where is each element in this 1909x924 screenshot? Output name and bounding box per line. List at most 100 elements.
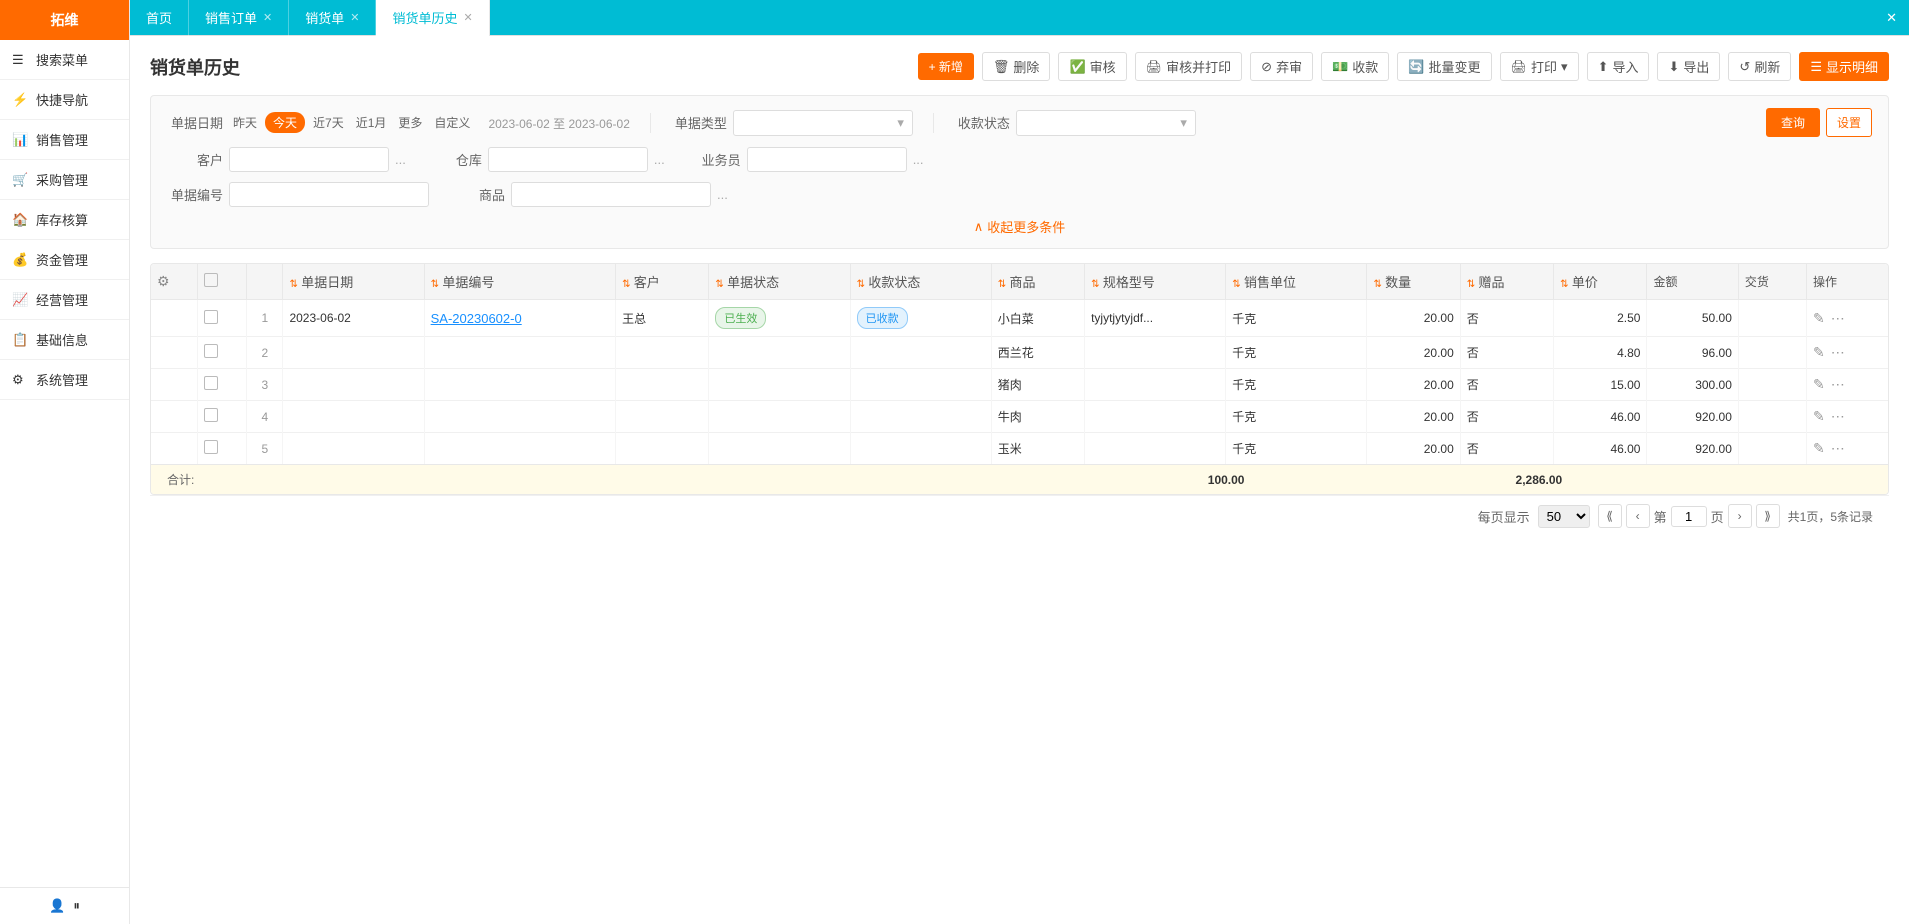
more-icon[interactable]: ⋯ [1831,376,1845,393]
sidebar-item-purchase-mgmt[interactable]: 🛒 采购管理 [0,160,129,200]
doc-no-input[interactable] [229,182,429,207]
sidebar-item-sales-mgmt[interactable]: 📊 销售管理 [0,120,129,160]
row-checkbox[interactable] [204,408,218,422]
abandon-button[interactable]: ⊘ 弃审 [1250,52,1313,81]
sidebar-item-search-menu[interactable]: ☰ 搜索菜单 [0,40,129,80]
col-action[interactable]: ✎⋯ [1806,433,1888,465]
date-btn-today[interactable]: 今天 [265,112,305,133]
col-header-doc-status[interactable]: ⇅ 单据状态 [709,264,850,300]
edit-icon[interactable]: ✎ [1813,310,1825,327]
more-icon[interactable]: ⋯ [1831,344,1845,361]
date-btn-yesterday[interactable]: 昨天 [229,112,261,133]
col-check[interactable] [197,401,247,433]
col-header-goods[interactable]: ⇅ 商品 [991,264,1084,300]
row-checkbox[interactable] [204,310,218,324]
col-action[interactable]: ✎⋯ [1806,369,1888,401]
tab-sales-order-close[interactable]: ✕ [263,11,272,24]
row-checkbox[interactable] [204,376,218,390]
col-header-date[interactable]: ⇅ 单据日期 [283,264,424,300]
row-checkbox[interactable] [204,344,218,358]
col-header-customer[interactable]: ⇅ 客户 [616,264,709,300]
sidebar-item-operations[interactable]: 📈 经营管理 [0,280,129,320]
date-btn-more[interactable]: 更多 [394,112,426,133]
col-header-amount[interactable]: 金额 [1647,264,1738,300]
sidebar-item-basic-info[interactable]: 📋 基础信息 [0,320,129,360]
col-action[interactable]: ✎⋯ [1806,337,1888,369]
edit-icon[interactable]: ✎ [1813,376,1825,393]
col-header-qty[interactable]: ⇅ 数量 [1367,264,1460,300]
col-check[interactable] [197,300,247,337]
collect-button[interactable]: 💵 收款 [1321,52,1389,81]
warehouse-dots[interactable]: ... [654,152,665,167]
col-doc-no[interactable] [424,433,615,465]
tab-sales-delivery[interactable]: 销货单 ✕ [289,0,376,36]
salesperson-input[interactable] [747,147,907,172]
customer-dots[interactable]: ... [395,152,406,167]
tab-sales-order[interactable]: 销售订单 ✕ [189,0,289,36]
col-check[interactable] [197,433,247,465]
audit-button[interactable]: ✅ 审核 [1058,52,1126,81]
tab-bar-close-btn[interactable]: ✕ [1882,6,1901,30]
date-btn-custom[interactable]: 自定义 [430,112,474,133]
goods-dots[interactable]: ... [717,187,728,202]
tab-sales-history[interactable]: 销货单历史 ✕ [376,0,489,36]
more-icon[interactable]: ⋯ [1831,310,1845,327]
export-button[interactable]: ⬇ 导出 [1657,52,1720,81]
settings-button[interactable]: 设置 [1826,108,1872,137]
page-next-btn[interactable]: › [1728,504,1752,528]
edit-icon[interactable]: ✎ [1813,408,1825,425]
refresh-button[interactable]: ↺ 刷新 [1728,52,1791,81]
row-checkbox[interactable] [204,440,218,454]
show-detail-button[interactable]: ☰ 显示明细 [1799,52,1889,81]
col-doc-no[interactable] [424,401,615,433]
more-icon[interactable]: ⋯ [1831,408,1845,425]
col-header-doc-no[interactable]: ⇅ 单据编号 [424,264,615,300]
sidebar-item-inventory[interactable]: 🏠 库存核算 [0,200,129,240]
more-icon[interactable]: ⋯ [1831,440,1845,457]
batch-change-button[interactable]: 🔄 批量变更 [1397,52,1491,81]
col-doc-no[interactable] [424,337,615,369]
sidebar-user-settings[interactable]: 👤 ⏸ [0,888,129,924]
col-action[interactable]: ✎⋯ [1806,401,1888,433]
page-prev-btn[interactable]: ‹ [1626,504,1650,528]
col-doc-no[interactable]: SA-20230602-0 [424,300,615,337]
audit-print-button[interactable]: 🖨 审核并打印 [1135,52,1243,81]
col-check[interactable] [197,337,247,369]
sidebar-item-quick-nav[interactable]: ⚡ 快捷导航 [0,80,129,120]
col-header-unit-price[interactable]: ⇅ 单价 [1554,264,1647,300]
delete-button[interactable]: 🗑 删除 [982,52,1051,81]
collapse-btn[interactable]: ∧ 收起更多条件 [167,217,1872,236]
col-header-gift[interactable]: ⇅ 赠品 [1460,264,1553,300]
tab-home[interactable]: 首页 [130,0,189,36]
date-btn-7days[interactable]: 近7天 [309,112,348,133]
doc-type-select[interactable]: ▾ [733,110,913,136]
sidebar-item-finance[interactable]: 💰 资金管理 [0,240,129,280]
query-button[interactable]: 查询 [1766,108,1820,137]
col-header-unit[interactable]: ⇅ 销售单位 [1226,264,1367,300]
col-action[interactable]: ✎⋯ [1806,300,1888,337]
col-header-spec[interactable]: ⇅ 规格型号 [1085,264,1226,300]
edit-icon[interactable]: ✎ [1813,440,1825,457]
col-header-payment-status[interactable]: ⇅ 收款状态 [850,264,991,300]
date-btn-1month[interactable]: 近1月 [352,112,391,133]
page-last-btn[interactable]: ⟫ [1756,504,1780,528]
tab-sales-history-close[interactable]: ✕ [464,11,473,24]
goods-input[interactable] [511,182,711,207]
print-button[interactable]: 🖨 打印 ▾ [1500,52,1579,81]
page-first-btn[interactable]: ⟪ [1598,504,1622,528]
salesperson-dots[interactable]: ... [913,152,924,167]
col-doc-no[interactable] [424,369,615,401]
edit-icon[interactable]: ✎ [1813,344,1825,361]
doc-no-link[interactable]: SA-20230602-0 [431,311,522,326]
tab-sales-delivery-close[interactable]: ✕ [350,11,359,24]
import-button[interactable]: ⬆ 导入 [1587,52,1650,81]
col-header-settings[interactable]: ⚙ [151,264,197,300]
customer-input[interactable] [229,147,389,172]
page-number-input[interactable] [1671,506,1707,527]
warehouse-input[interactable] [488,147,648,172]
select-all-checkbox[interactable] [204,273,218,287]
col-header-check[interactable] [197,264,247,300]
payment-status-select[interactable]: ▾ [1016,110,1196,136]
per-page-select[interactable]: 50 100 200 [1538,505,1590,528]
new-button[interactable]: + 新增 [918,53,974,80]
